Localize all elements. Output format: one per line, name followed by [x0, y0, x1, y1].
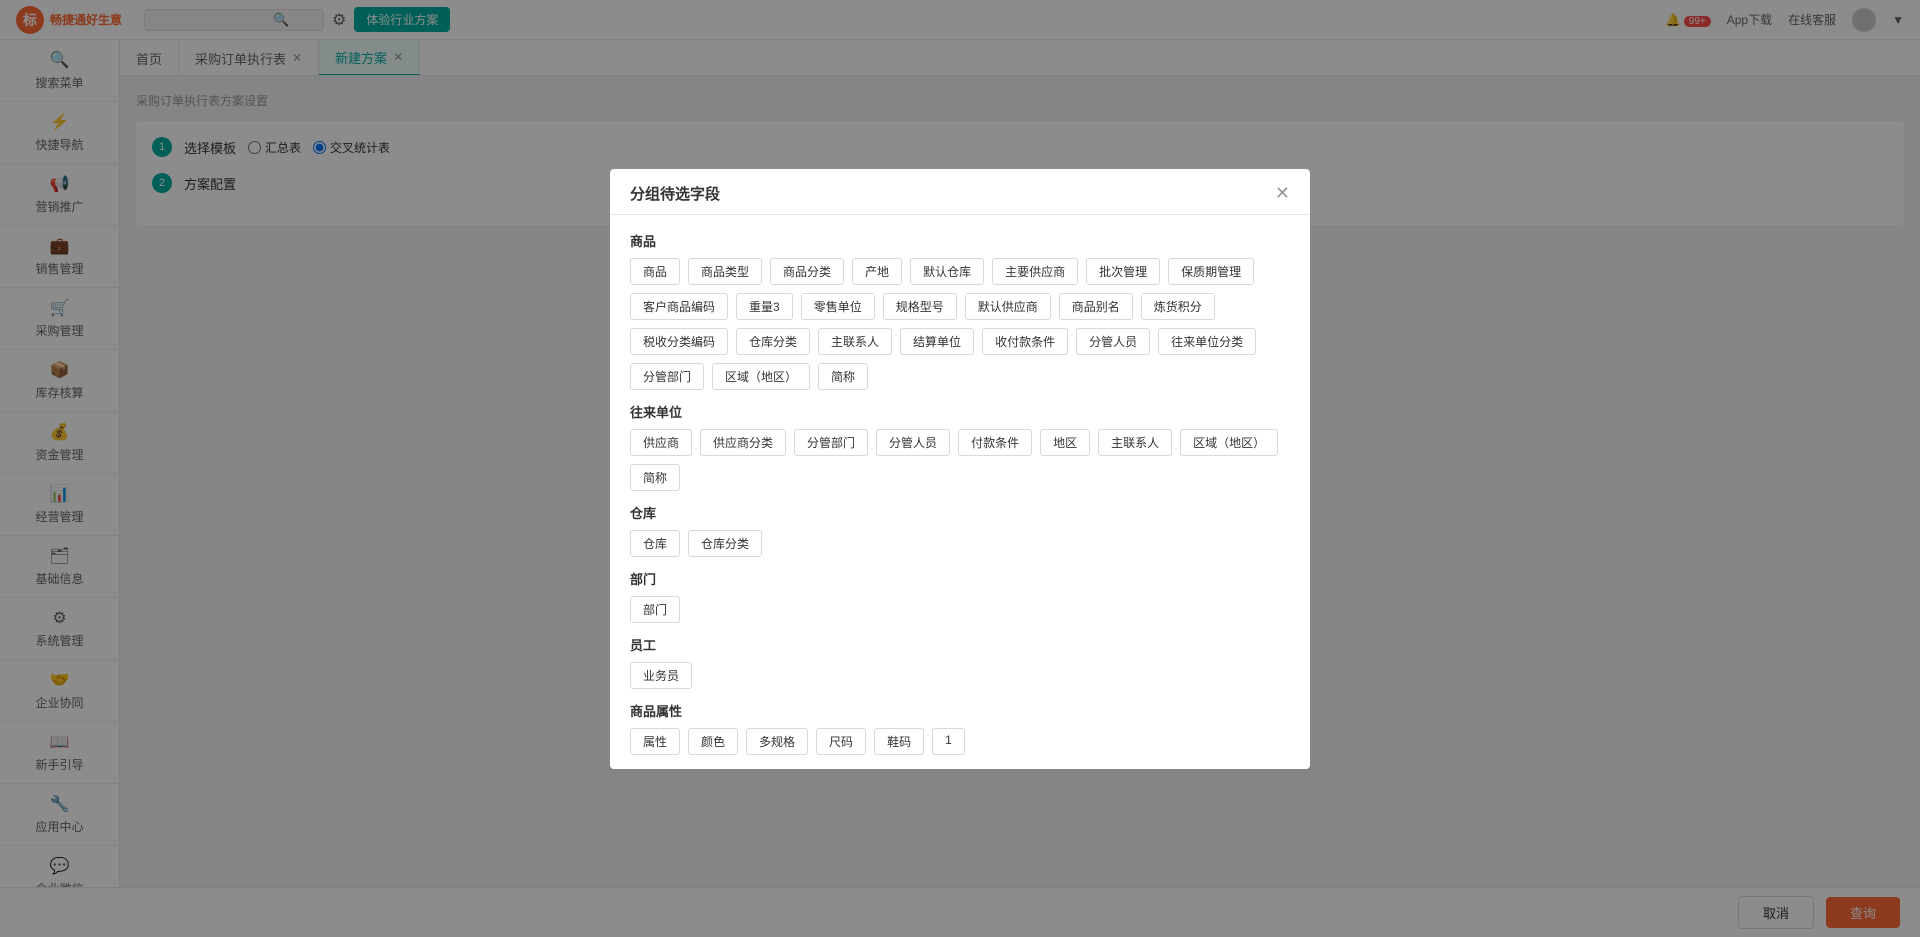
section-title-0: 商品 [630, 231, 1290, 250]
modal-body[interactable]: 商品商品商品类型商品分类产地默认仓库主要供应商批次管理保质期管理客户商品编码重量… [610, 215, 1310, 769]
modal-header: 分组待选字段 ✕ [610, 169, 1310, 215]
modal-close-button[interactable]: ✕ [1275, 183, 1290, 204]
field-tag-1-7[interactable]: 区域（地区） [1180, 429, 1278, 456]
section-title-6: 其它 [630, 767, 1290, 769]
section-title-5: 商品属性 [630, 701, 1290, 720]
field-tag-0-9[interactable]: 重量3 [736, 293, 793, 320]
section-title-2: 仓库 [630, 503, 1290, 522]
field-tag-1-5[interactable]: 地区 [1040, 429, 1090, 456]
field-tag-3-0[interactable]: 部门 [630, 596, 680, 623]
field-tag-0-19[interactable]: 收付款条件 [982, 328, 1068, 355]
field-tag-2-1[interactable]: 仓库分类 [688, 530, 762, 557]
field-tag-0-11[interactable]: 规格型号 [883, 293, 957, 320]
field-tag-0-20[interactable]: 分管人员 [1076, 328, 1150, 355]
field-tag-0-3[interactable]: 产地 [852, 258, 902, 285]
field-tag-1-2[interactable]: 分管部门 [794, 429, 868, 456]
field-tag-0-17[interactable]: 主联系人 [818, 328, 892, 355]
field-tag-0-18[interactable]: 结算单位 [900, 328, 974, 355]
field-tag-0-15[interactable]: 税收分类编码 [630, 328, 728, 355]
section-title-1: 往来单位 [630, 402, 1290, 421]
field-tag-5-3[interactable]: 尺码 [816, 728, 866, 755]
field-tag-0-8[interactable]: 客户商品编码 [630, 293, 728, 320]
fields-grid-1: 供应商供应商分类分管部门分管人员付款条件地区主联系人区域（地区） 简称 [630, 429, 1290, 491]
field-tag-0-2[interactable]: 商品分类 [770, 258, 844, 285]
section-title-3: 部门 [630, 569, 1290, 588]
section-title-4: 员工 [630, 635, 1290, 654]
field-selection-modal: 分组待选字段 ✕ 商品商品商品类型商品分类产地默认仓库主要供应商批次管理保质期管… [610, 169, 1310, 769]
field-tag-5-0[interactable]: 属性 [630, 728, 680, 755]
field-tag-1-0[interactable]: 供应商 [630, 429, 692, 456]
field-tag-0-1[interactable]: 商品类型 [688, 258, 762, 285]
field-tag-0-12[interactable]: 默认供应商 [965, 293, 1051, 320]
field-tag-5-1[interactable]: 颜色 [688, 728, 738, 755]
field-tag-0-13[interactable]: 商品别名 [1059, 293, 1133, 320]
field-tag-2-0[interactable]: 仓库 [630, 530, 680, 557]
modal-title: 分组待选字段 [630, 183, 720, 204]
field-tag-1-3[interactable]: 分管人员 [876, 429, 950, 456]
field-tag-0-21[interactable]: 往来单位分类 [1158, 328, 1256, 355]
modal-overlay: 分组待选字段 ✕ 商品商品商品类型商品分类产地默认仓库主要供应商批次管理保质期管… [0, 0, 1920, 937]
field-tag-0-14[interactable]: 炼货积分 [1141, 293, 1215, 320]
field-tag-0-0[interactable]: 商品 [630, 258, 680, 285]
field-tag-1-6[interactable]: 主联系人 [1098, 429, 1172, 456]
field-tag-0-5[interactable]: 主要供应商 [992, 258, 1078, 285]
field-tag-4-0[interactable]: 业务员 [630, 662, 692, 689]
field-tag-0-4[interactable]: 默认仓库 [910, 258, 984, 285]
field-tag-1-1[interactable]: 供应商分类 [700, 429, 786, 456]
field-tag-0-23[interactable]: 区域（地区） [712, 363, 810, 390]
field-tag-5-5[interactable]: 1 [932, 728, 965, 755]
fields-grid-5: 属性颜色多规格尺码鞋码 1 [630, 728, 1290, 755]
field-tag-5-2[interactable]: 多规格 [746, 728, 808, 755]
field-tag-1-4[interactable]: 付款条件 [958, 429, 1032, 456]
field-tag-1-8[interactable]: 简称 [630, 464, 680, 491]
field-tag-0-10[interactable]: 零售单位 [801, 293, 875, 320]
field-tag-5-4[interactable]: 鞋码 [874, 728, 924, 755]
field-tag-0-16[interactable]: 仓库分类 [736, 328, 810, 355]
fields-grid-0: 商品商品类型商品分类产地默认仓库主要供应商批次管理保质期管理客户商品编码重量3 零… [630, 258, 1290, 390]
field-tag-0-6[interactable]: 批次管理 [1086, 258, 1160, 285]
fields-grid-4: 业务员 [630, 662, 1290, 689]
fields-grid-3: 部门 [630, 596, 1290, 623]
field-tag-0-24[interactable]: 简称 [818, 363, 868, 390]
field-tag-0-22[interactable]: 分管部门 [630, 363, 704, 390]
fields-grid-2: 仓库仓库分类 [630, 530, 1290, 557]
field-tag-0-7[interactable]: 保质期管理 [1168, 258, 1254, 285]
